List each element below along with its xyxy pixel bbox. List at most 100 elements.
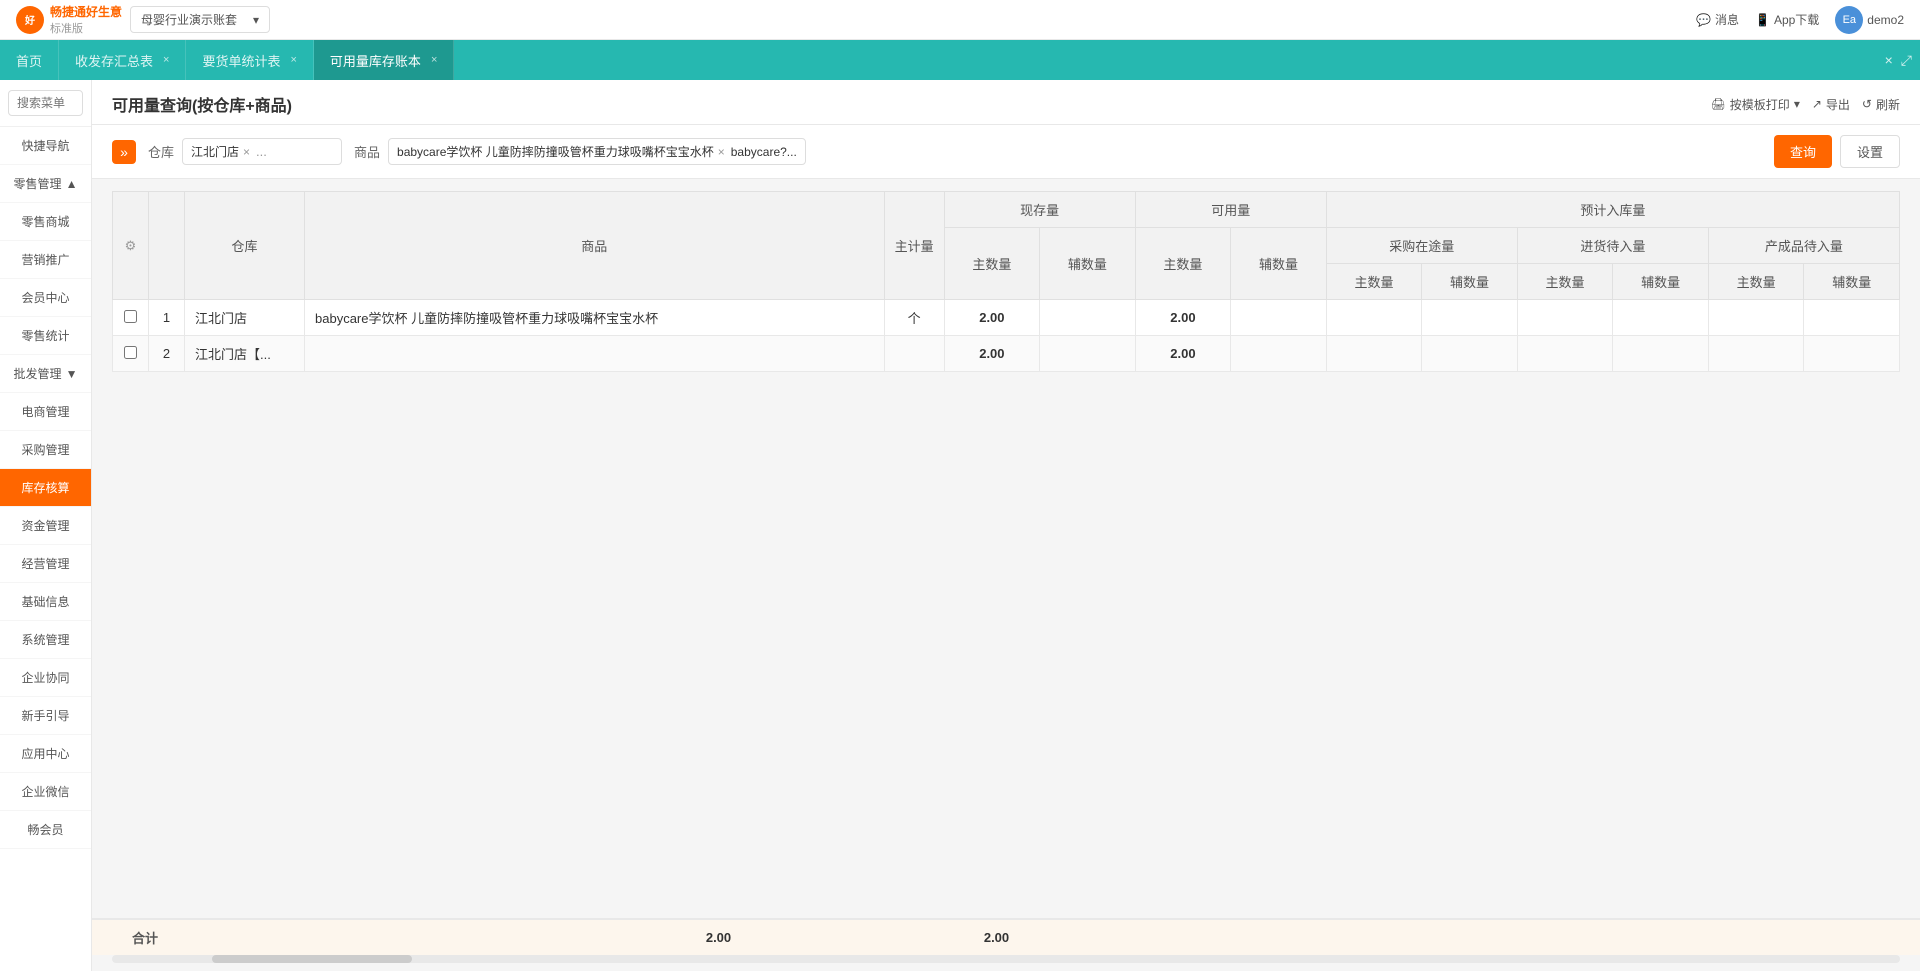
cell-production-pending-main — [1708, 300, 1804, 336]
arrow-icon: ▲ — [66, 177, 78, 191]
sidebar-item-system-mgmt[interactable]: 系统管理 — [0, 621, 91, 659]
remove-product-tag-1[interactable]: × — [718, 145, 725, 159]
warehouse-filter-input[interactable]: 江北门店 × ... — [182, 138, 342, 165]
product-filter-group: 商品 babycare学饮杯 儿童防摔防撞吸管杯重力球吸嘴杯宝宝水杯 × bab… — [354, 138, 806, 165]
arrow-icon-2: ▼ — [66, 367, 78, 381]
warehouse-tag: 江北门店 × — [191, 143, 250, 160]
sidebar-item-finance-mgmt[interactable]: 资金管理 — [0, 507, 91, 545]
top-bar-left: 好 畅捷通好生意 标准版 母婴行业演示账套 ▾ — [16, 3, 270, 36]
th-purchase-transit-aux: 辅数量 — [1422, 264, 1518, 300]
expand-window-button[interactable]: ⤢ — [1901, 52, 1912, 69]
refresh-icon: ↺ — [1862, 97, 1872, 111]
cell-checkbox[interactable] — [113, 336, 149, 372]
cell-purchase-transit-aux — [1422, 300, 1518, 336]
tab-inventory-ledger[interactable]: 可用量库存账本 × — [314, 40, 454, 80]
sidebar-item-operations-mgmt[interactable]: 经营管理 — [0, 545, 91, 583]
th-incoming-pending-main: 主数量 — [1517, 264, 1613, 300]
sidebar-item-purchase-mgmt[interactable]: 采购管理 — [0, 431, 91, 469]
sidebar-item-retail-mgmt[interactable]: 零售管理 ▲ — [0, 165, 91, 203]
cell-no: 1 — [149, 300, 185, 336]
cell-production-pending-aux — [1804, 336, 1900, 372]
sidebar-item-member[interactable]: 畅会员 — [0, 811, 91, 849]
filter-actions: 查询 设置 — [1774, 135, 1900, 168]
filter-expand-button[interactable]: » — [112, 140, 136, 164]
tab-home[interactable]: 首页 — [0, 40, 59, 80]
th-incoming-pending: 进货待入量 — [1517, 228, 1708, 264]
industry-selector[interactable]: 母婴行业演示账套 ▾ — [130, 6, 270, 33]
cell-available-main: 2.00 — [1135, 336, 1231, 372]
th-available: 可用量 — [1135, 192, 1326, 228]
export-button[interactable]: ↗ 导出 — [1812, 96, 1850, 113]
sidebar-item-member-center[interactable]: 会员中心 — [0, 279, 91, 317]
page-title: 可用量查询(按仓库+商品) — [112, 92, 292, 116]
template-label: 标准版 — [50, 20, 122, 36]
cell-available-aux — [1231, 336, 1327, 372]
user-profile[interactable]: Ea demo2 — [1835, 6, 1904, 34]
remove-warehouse-tag[interactable]: × — [243, 145, 250, 159]
footer-label: 合计 — [112, 928, 232, 947]
th-purchase-transit-main: 主数量 — [1326, 264, 1422, 300]
sidebar-item-wholesale-mgmt[interactable]: 批发管理 ▼ — [0, 355, 91, 393]
product-filter-input[interactable]: babycare学饮杯 儿童防摔防撞吸管杯重力球吸嘴杯宝宝水杯 × babyca… — [388, 138, 806, 165]
table-body: 1 江北门店 babycare学饮杯 儿童防摔防撞吸管杯重力球吸嘴杯宝宝水杯 个… — [113, 300, 1900, 372]
close-window-button[interactable]: × — [1885, 52, 1893, 68]
product-tag-2: babycare?... — [731, 145, 797, 159]
sidebar-item-enterprise-collab[interactable]: 企业协同 — [0, 659, 91, 697]
close-tab-inventory-ledger[interactable]: × — [431, 54, 437, 66]
sidebar-item-ecom-mgmt[interactable]: 电商管理 — [0, 393, 91, 431]
sidebar-item-new-guide[interactable]: 新手引导 — [0, 697, 91, 735]
page-actions: 🖨 按模板打印 ▾ ↗ 导出 ↺ 刷新 — [1711, 96, 1900, 113]
cell-available-main: 2.00 — [1135, 300, 1231, 336]
message-action[interactable]: 💬 消息 — [1696, 11, 1739, 28]
th-available-main: 主数量 — [1135, 228, 1231, 300]
app-download-action[interactable]: 📱 App下载 — [1755, 11, 1819, 28]
settings-button[interactable]: 设置 — [1840, 135, 1900, 168]
tab-order-stats[interactable]: 要货单统计表 × — [186, 40, 313, 80]
horizontal-scrollbar[interactable] — [112, 955, 1900, 963]
cell-unit — [884, 336, 944, 372]
sidebar-item-retail-mall[interactable]: 零售商城 — [0, 203, 91, 241]
warehouse-more-button[interactable]: ... — [256, 144, 267, 159]
table-row: 2 江北门店【... 2.00 2.00 — [113, 336, 1900, 372]
table-row: 1 江北门店 babycare学饮杯 儿童防摔防撞吸管杯重力球吸嘴杯宝宝水杯 个… — [113, 300, 1900, 336]
nav-tabs: 首页 收发存汇总表 × 要货单统计表 × 可用量库存账本 × × ⤢ — [0, 40, 1920, 80]
cell-incoming-pending-main — [1517, 336, 1613, 372]
sidebar-item-basic-info[interactable]: 基础信息 — [0, 583, 91, 621]
close-tab-order-stats[interactable]: × — [290, 54, 296, 66]
column-settings-icon[interactable]: ⚙ — [125, 238, 137, 253]
template-print-button[interactable]: 🖨 按模板打印 ▾ — [1711, 96, 1800, 113]
cell-stock-main: 2.00 — [944, 336, 1040, 372]
th-production-pending: 产成品待入量 — [1708, 228, 1899, 264]
message-icon: 💬 — [1696, 13, 1711, 27]
th-production-pending-main: 主数量 — [1708, 264, 1804, 300]
close-tab-receive-send[interactable]: × — [163, 54, 169, 66]
sidebar-item-quick-nav[interactable]: 快捷导航 — [0, 127, 91, 165]
search-input[interactable] — [8, 90, 83, 116]
sidebar-item-marketing[interactable]: 营销推广 — [0, 241, 91, 279]
warehouse-filter-label: 仓库 — [148, 142, 174, 161]
sidebar-item-inventory-check[interactable]: 库存核算 — [0, 469, 91, 507]
refresh-button[interactable]: ↺ 刷新 — [1862, 96, 1900, 113]
sidebar-item-app-center[interactable]: 应用中心 — [0, 735, 91, 773]
th-no — [149, 192, 185, 300]
th-settings[interactable]: ⚙ — [113, 192, 149, 300]
cell-checkbox[interactable] — [113, 300, 149, 336]
table-wrapper: ⚙ 仓库 商品 主计量 现存量 可用量 预计入库量 主数量 辅数量 主数量 — [92, 179, 1920, 918]
sidebar-search-area — [0, 80, 91, 127]
cell-stock-main: 2.00 — [944, 300, 1040, 336]
th-current-stock: 现存量 — [944, 192, 1135, 228]
th-unit: 主计量 — [884, 192, 944, 300]
logo-text: 畅捷通好生意 标准版 — [50, 3, 122, 36]
cell-no: 2 — [149, 336, 185, 372]
sidebar-item-enterprise-wechat[interactable]: 企业微信 — [0, 773, 91, 811]
product-tag-1: babycare学饮杯 儿童防摔防撞吸管杯重力球吸嘴杯宝宝水杯 × — [397, 143, 725, 160]
th-incoming-pending-aux: 辅数量 — [1613, 264, 1709, 300]
query-button[interactable]: 查询 — [1774, 135, 1832, 168]
cell-product — [305, 336, 885, 372]
cell-production-pending-aux — [1804, 300, 1900, 336]
top-bar: 好 畅捷通好生意 标准版 母婴行业演示账套 ▾ 💬 消息 📱 App下载 Ea … — [0, 0, 1920, 40]
filter-bar: » 仓库 江北门店 × ... 商品 babycare学饮杯 儿童防摔防撞吸管杯… — [92, 125, 1920, 179]
sidebar-item-retail-stats[interactable]: 零售统计 — [0, 317, 91, 355]
scrollbar-thumb[interactable] — [212, 955, 412, 963]
tab-receive-send[interactable]: 收发存汇总表 × — [59, 40, 186, 80]
